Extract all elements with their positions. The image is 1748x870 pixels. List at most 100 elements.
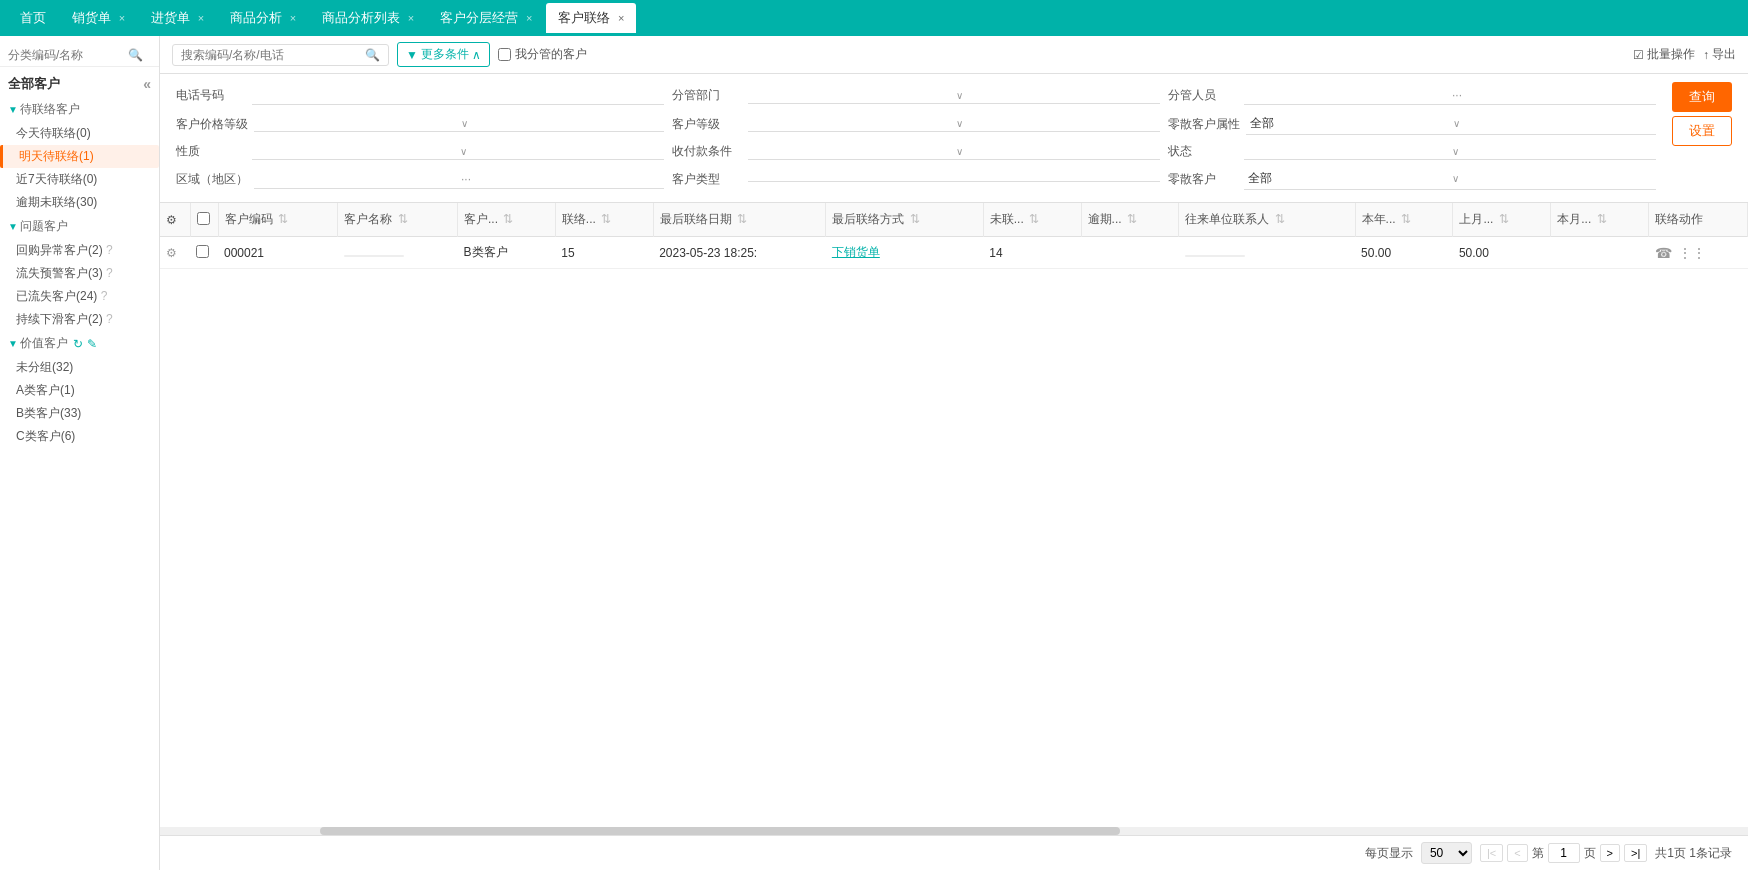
filter-retail-attr: 零散客户属性 全部∨ xyxy=(1168,113,1656,135)
filter-phone: 电话号码 xyxy=(176,86,664,105)
col-code[interactable]: 客户编码 ⇅ xyxy=(218,203,338,237)
col-contacts[interactable]: 联络... ⇅ xyxy=(555,203,653,237)
my-customers-checkbox-area[interactable]: 我分管的客户 xyxy=(498,46,587,63)
sort-icon-last-date: ⇅ xyxy=(737,212,747,226)
sidebar-search-input[interactable] xyxy=(8,48,128,62)
per-page-select[interactable]: 50 100 200 xyxy=(1421,842,1472,864)
nav-home[interactable]: 首页 xyxy=(8,3,58,33)
sort-icon-type: ⇅ xyxy=(503,212,513,226)
batch-operation-button[interactable]: ☑ 批量操作 xyxy=(1633,46,1695,63)
sidebar-continuous-decline[interactable]: 持续下滑客户(2) ? xyxy=(0,308,159,331)
sidebar-pending-contact-group: ▼ 待联络客户 xyxy=(0,97,159,122)
filter-payment-select[interactable]: ∨ xyxy=(748,144,1160,160)
first-page-button[interactable]: |< xyxy=(1480,844,1503,862)
col-checkbox[interactable] xyxy=(190,203,218,237)
query-button[interactable]: 查询 xyxy=(1672,82,1732,112)
action-more-icon[interactable]: ⋮⋮ xyxy=(1678,245,1706,261)
filter-customer-level-select[interactable]: ∨ xyxy=(748,116,1160,132)
filter-person-select[interactable]: ··· xyxy=(1244,86,1656,105)
sidebar-repurchase-anomaly[interactable]: 回购异常客户(2) ? xyxy=(0,239,159,262)
col-no-contact[interactable]: 未联... ⇅ xyxy=(983,203,1081,237)
help-icon-already-lost: ? xyxy=(101,289,108,303)
export-icon: ↑ xyxy=(1703,48,1709,62)
more-filter-button[interactable]: ▼ 更多条件 ∧ xyxy=(397,42,490,67)
scrollbar-thumb[interactable] xyxy=(320,827,1120,835)
nav-close-product-analysis[interactable]: × xyxy=(290,12,296,24)
col-unit-contact[interactable]: 往来单位联系人 ⇅ xyxy=(1179,203,1355,237)
col-last-contact-method[interactable]: 最后联络方式 ⇅ xyxy=(826,203,983,237)
filter-customer-type-select[interactable] xyxy=(748,177,1160,182)
nav-customer-layering[interactable]: 客户分层经营 × xyxy=(428,3,544,33)
next-page-button[interactable]: > xyxy=(1600,844,1620,862)
nav-product-analysis-list[interactable]: 商品分析列表 × xyxy=(310,3,426,33)
sidebar-lost-risk[interactable]: 流失预警客户(3) ? xyxy=(0,262,159,285)
nav-close-customer-layering[interactable]: × xyxy=(526,12,532,24)
help-icon-continuous-decline: ? xyxy=(106,312,113,326)
prev-page-button[interactable]: < xyxy=(1507,844,1527,862)
col-last-contact-date[interactable]: 最后联络日期 ⇅ xyxy=(653,203,826,237)
gear-icon[interactable]: ⚙ xyxy=(166,213,177,227)
sidebar-unclassified[interactable]: 未分组(32) xyxy=(0,356,159,379)
page-number-input[interactable] xyxy=(1548,843,1580,863)
main-search-input[interactable] xyxy=(181,48,361,62)
filter-area: 区域（地区） ··· xyxy=(176,170,664,189)
sidebar-problem-customers-group: ▼ 问题客户 xyxy=(0,214,159,239)
action-phone-icon[interactable]: ☎ xyxy=(1655,245,1672,261)
nav-product-analysis[interactable]: 商品分析 × xyxy=(218,3,308,33)
sidebar-search-icon[interactable]: 🔍 xyxy=(128,48,143,62)
filter-area-select[interactable]: ··· xyxy=(254,170,664,189)
last-page-button[interactable]: >| xyxy=(1624,844,1647,862)
col-overdue[interactable]: 逾期... ⇅ xyxy=(1081,203,1179,237)
sidebar-tomorrow-contact[interactable]: 明天待联络(1) xyxy=(0,145,159,168)
sidebar-collapse-icon[interactable]: « xyxy=(143,76,151,92)
sidebar-overdue-contact[interactable]: 逾期未联络(30) xyxy=(0,191,159,214)
sidebar-week-contact[interactable]: 近7天待联络(0) xyxy=(0,168,159,191)
row-gear: ⚙ xyxy=(160,237,190,269)
row-select-checkbox[interactable] xyxy=(196,245,209,258)
col-this-year[interactable]: 本年... ⇅ xyxy=(1355,203,1453,237)
set-button[interactable]: 设置 xyxy=(1672,116,1732,146)
my-customers-checkbox[interactable] xyxy=(498,48,511,61)
nav-close-product-analysis-list[interactable]: × xyxy=(408,12,414,24)
sidebar-already-lost[interactable]: 已流失客户(24) ? xyxy=(0,285,159,308)
table-row: ⚙ 000021 B类客户 15 2023-05-23 18:25: 下销货单 xyxy=(160,237,1748,269)
sidebar-all-customers[interactable]: 全部客户 « xyxy=(0,71,159,97)
col-gear[interactable]: ⚙ xyxy=(160,203,190,237)
content-area: 🔍 ▼ 更多条件 ∧ 我分管的客户 ☑ 批量操作 ↑ 导出 xyxy=(160,36,1748,870)
filter-status-label: 状态 xyxy=(1168,143,1238,160)
main-search-icon[interactable]: 🔍 xyxy=(365,48,380,62)
nav-customer-contact[interactable]: 客户联络 × xyxy=(546,3,636,33)
sort-icon-code: ⇅ xyxy=(278,212,288,226)
last-contact-link[interactable]: 下销货单 xyxy=(832,245,880,259)
filter-status-select[interactable]: ∨ xyxy=(1244,144,1656,160)
help-icon-repurchase: ? xyxy=(106,243,113,257)
nav-close-sales-order[interactable]: × xyxy=(119,12,125,24)
sidebar-class-a[interactable]: A类客户(1) xyxy=(0,379,159,402)
sidebar-today-contact[interactable]: 今天待联络(0) xyxy=(0,122,159,145)
col-last-month[interactable]: 上月... ⇅ xyxy=(1453,203,1551,237)
filter-value-level-select[interactable]: ∨ xyxy=(254,116,664,132)
row-checkbox[interactable] xyxy=(190,237,218,269)
select-all-checkbox[interactable] xyxy=(197,212,210,225)
col-this-month[interactable]: 本月... ⇅ xyxy=(1551,203,1649,237)
value-edit-icon[interactable]: ✎ xyxy=(87,337,97,351)
filter-retail-customer-select[interactable]: 全部∨ xyxy=(1244,168,1656,190)
main-search-box: 🔍 xyxy=(172,44,389,66)
filter-dept-select[interactable]: ∨ xyxy=(748,88,1160,104)
filter-gender-select[interactable]: ∨ xyxy=(252,144,664,160)
filter-retail-attr-select[interactable]: 全部∨ xyxy=(1246,113,1656,135)
sidebar-class-b[interactable]: B类客户(33) xyxy=(0,402,159,425)
horizontal-scrollbar[interactable] xyxy=(160,827,1748,835)
col-type[interactable]: 客户... ⇅ xyxy=(458,203,556,237)
row-last-contact-method[interactable]: 下销货单 xyxy=(826,237,983,269)
sidebar-class-c[interactable]: C类客户(6) xyxy=(0,425,159,448)
export-button[interactable]: ↑ 导出 xyxy=(1703,46,1736,63)
col-name[interactable]: 客户名称 ⇅ xyxy=(338,203,458,237)
value-refresh-icon[interactable]: ↻ xyxy=(73,337,83,351)
nav-sales-order[interactable]: 销货单 × xyxy=(60,3,137,33)
nav-purchase-order[interactable]: 进货单 × xyxy=(139,3,216,33)
nav-close-purchase-order[interactable]: × xyxy=(198,12,204,24)
filter-phone-input[interactable] xyxy=(252,86,664,105)
filter-person-label: 分管人员 xyxy=(1168,87,1238,104)
nav-close-customer-contact[interactable]: × xyxy=(618,12,624,24)
